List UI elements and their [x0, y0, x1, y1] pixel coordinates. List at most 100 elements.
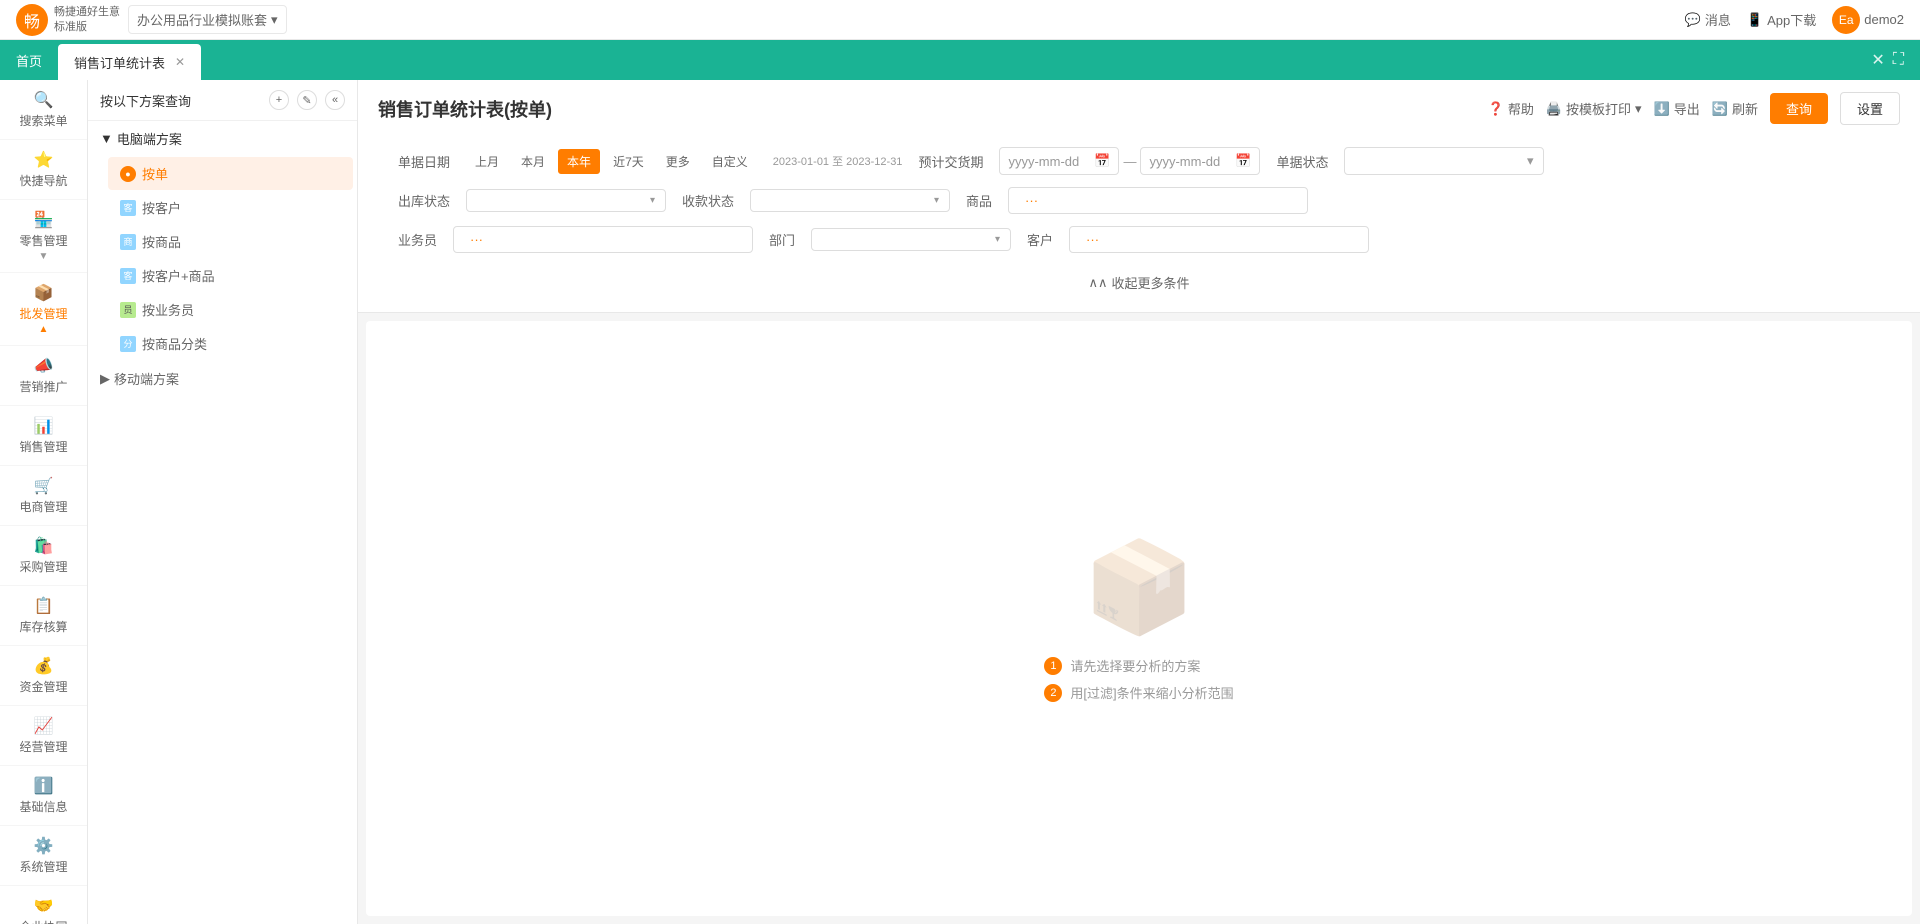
topbar-left: 畅 畅捷通好生意 标准版 办公用品行业模拟账套 ▾ — [16, 4, 287, 36]
sidebar-item-search[interactable]: 🔍 搜索菜单 — [0, 80, 87, 140]
logo-area: 畅 畅捷通好生意 标准版 — [16, 4, 120, 36]
tab-sales-stats[interactable]: 销售订单统计表 ✕ — [58, 44, 201, 80]
empty-tip-2: 2 用[过滤]条件来缩小分析范围 — [1044, 683, 1233, 702]
status-select[interactable]: ▾ — [1344, 147, 1544, 175]
status-label: 单据状态 — [1276, 152, 1328, 171]
goods-label: 商品 — [966, 191, 992, 210]
sidebar-item-enterprise[interactable]: 🤝 企业协同 — [0, 886, 87, 924]
date-shortcuts: 上月 本月 本年 近7天 更多 自定义 — [466, 149, 757, 174]
sidebar-item-quick-nav[interactable]: ⭐ 快捷导航 — [0, 140, 87, 200]
expand-arrow-icon: ▲ — [39, 324, 49, 335]
delivery-date-from[interactable]: yyyy-mm-dd 📅 — [999, 147, 1119, 175]
marketing-icon: 📣 — [34, 356, 54, 376]
date-btn-custom[interactable]: 自定义 — [703, 149, 757, 174]
filter-row-3: 业务员 ··· 部门 ▾ 客户 ··· — [398, 226, 1880, 253]
scheme-item-by-order[interactable]: ● 按单 — [108, 157, 353, 190]
date-btn-last-7[interactable]: 近7天 — [604, 149, 653, 174]
tab-home[interactable]: 首页 — [0, 40, 58, 80]
app-download-button[interactable]: 📱 App下载 — [1747, 10, 1816, 29]
sidebar-item-purchase[interactable]: 🛍️ 采购管理 — [0, 526, 87, 586]
delivery-date-label: 预计交货期 — [918, 152, 983, 171]
refresh-button[interactable]: 🔄 刷新 — [1712, 99, 1758, 118]
logo-text: 畅捷通好生意 标准版 — [54, 5, 120, 34]
customer-select[interactable]: ··· — [1069, 226, 1369, 253]
avatar: Ea — [1832, 6, 1860, 34]
refresh-icon: 🔄 — [1712, 101, 1728, 117]
sidebar-item-base-info[interactable]: ℹ️ 基础信息 — [0, 766, 87, 826]
logo-icon: 畅 — [16, 4, 48, 36]
date-btn-this-year[interactable]: 本年 — [558, 149, 600, 174]
empty-state: 📦 1 请先选择要分析的方案 2 用[过滤]条件来缩小分析范围 — [366, 321, 1912, 916]
goods-more-icon[interactable]: ··· — [1025, 193, 1038, 208]
print-button[interactable]: 🖨️ 按模板打印 ▾ — [1546, 99, 1642, 118]
department-label: 部门 — [769, 230, 795, 249]
scheme-item-by-salesperson[interactable]: 员 按业务员 — [108, 293, 353, 326]
tab-close-icon[interactable]: ✕ — [175, 55, 185, 69]
message-icon: 💬 — [1685, 12, 1701, 28]
settings-button[interactable]: 设置 — [1840, 92, 1900, 125]
enterprise-icon: 🤝 — [34, 896, 54, 916]
calendar-to-icon: 📅 — [1235, 153, 1251, 169]
goods-select[interactable]: ··· — [1008, 187, 1308, 214]
add-scheme-button[interactable]: + — [269, 90, 289, 110]
sidebar-item-sales[interactable]: 📊 销售管理 — [0, 406, 87, 466]
date-btn-last-month[interactable]: 上月 — [466, 149, 508, 174]
customer-more-icon[interactable]: ··· — [1086, 232, 1099, 247]
department-select[interactable]: ▾ — [811, 228, 1011, 251]
empty-tip-1: 1 请先选择要分析的方案 — [1044, 656, 1233, 675]
collapse-button[interactable]: ∧∧ 收起更多条件 — [1088, 273, 1189, 292]
date-range-text: 2023-01-01 至 2023-12-31 — [773, 153, 903, 169]
pc-schemes-label: 电脑端方案 — [117, 129, 182, 148]
sidebar-item-finance[interactable]: 💰 资金管理 — [0, 646, 87, 706]
date-btn-this-month[interactable]: 本月 — [512, 149, 554, 174]
scheme-item-by-customer-goods[interactable]: 客 按客户+商品 — [108, 259, 353, 292]
sidebar-item-inventory[interactable]: 📋 库存核算 — [0, 586, 87, 646]
mobile-schemes-section[interactable]: ▶ 移动端方案 — [88, 361, 357, 396]
retail-icon: 🏪 — [34, 210, 54, 230]
mobile-schemes-label: 移动端方案 — [114, 369, 179, 388]
collapse-up-icon: ∧∧ — [1088, 275, 1107, 291]
scheme-item-by-customer[interactable]: 客 按客户 — [108, 191, 353, 224]
out-status-select[interactable]: ▾ — [466, 189, 666, 212]
scheme-item-by-goods[interactable]: 商 按商品 — [108, 225, 353, 258]
tab-close-window-icon[interactable]: ✕ — [1871, 50, 1884, 70]
sidebar-item-operations[interactable]: 📈 经营管理 — [0, 706, 87, 766]
date-separator: — — [1123, 154, 1136, 169]
search-button[interactable]: 查询 — [1770, 93, 1828, 124]
user-menu[interactable]: Ea demo2 — [1832, 6, 1904, 34]
date-btn-more[interactable]: 更多 — [657, 149, 699, 174]
payment-status-select[interactable]: ▾ — [750, 189, 950, 212]
by-goods-icon: 商 — [120, 234, 136, 250]
sidebar-item-retail[interactable]: 🏪 零售管理 ▼ — [0, 200, 87, 273]
left-panel: 按以下方案查询 + ✎ « ▼ 电脑端方案 ● 按单 — [88, 80, 358, 924]
tip-text-1: 请先选择要分析的方案 — [1070, 656, 1200, 675]
collapse-panel-button[interactable]: « — [325, 90, 345, 110]
scheme-item-by-category[interactable]: 分 按商品分类 — [108, 327, 353, 360]
out-status-label: 出库状态 — [398, 191, 450, 210]
export-button[interactable]: ⬇️ 导出 — [1654, 99, 1700, 118]
salesperson-select[interactable]: ··· — [453, 226, 753, 253]
topbar: 畅 畅捷通好生意 标准版 办公用品行业模拟账套 ▾ 💬 消息 📱 App下载 E… — [0, 0, 1920, 40]
tabbar-actions: ✕ ⛶ — [1871, 50, 1920, 70]
edit-scheme-button[interactable]: ✎ — [297, 90, 317, 110]
sidebar-item-wholesale[interactable]: 📦 批发管理 ▲ — [0, 273, 87, 346]
delivery-date-input-group: yyyy-mm-dd 📅 — yyyy-mm-dd 📅 — [999, 147, 1260, 175]
pc-schemes-header[interactable]: ▼ 电脑端方案 — [88, 121, 357, 156]
sidebar-item-marketing[interactable]: 📣 营销推广 — [0, 346, 87, 406]
calendar-from-icon: 📅 — [1094, 153, 1110, 169]
tab-maximize-icon[interactable]: ⛶ — [1893, 51, 1904, 69]
message-button[interactable]: 💬 消息 — [1685, 10, 1731, 29]
department-arrow-icon: ▾ — [995, 234, 1000, 245]
sidebar-item-ecommerce[interactable]: 🛒 电商管理 — [0, 466, 87, 526]
app-selector[interactable]: 办公用品行业模拟账套 ▾ — [128, 5, 287, 34]
left-panel-header: 按以下方案查询 + ✎ « — [88, 80, 357, 121]
chevron-down-icon: ▾ — [271, 12, 278, 28]
sidebar-item-system[interactable]: ⚙️ 系统管理 — [0, 826, 87, 886]
delivery-date-to[interactable]: yyyy-mm-dd 📅 — [1140, 147, 1260, 175]
help-button[interactable]: ❓ 帮助 — [1488, 99, 1534, 118]
collapse-arrow-icon: ▼ — [39, 251, 49, 262]
main-panel: 销售订单统计表(按单) ❓ 帮助 🖨️ 按模板打印 ▾ ⬇️ — [358, 80, 1920, 924]
base-info-icon: ℹ️ — [34, 776, 54, 796]
search-icon: 🔍 — [34, 90, 54, 110]
salesperson-more-icon[interactable]: ··· — [470, 232, 483, 247]
